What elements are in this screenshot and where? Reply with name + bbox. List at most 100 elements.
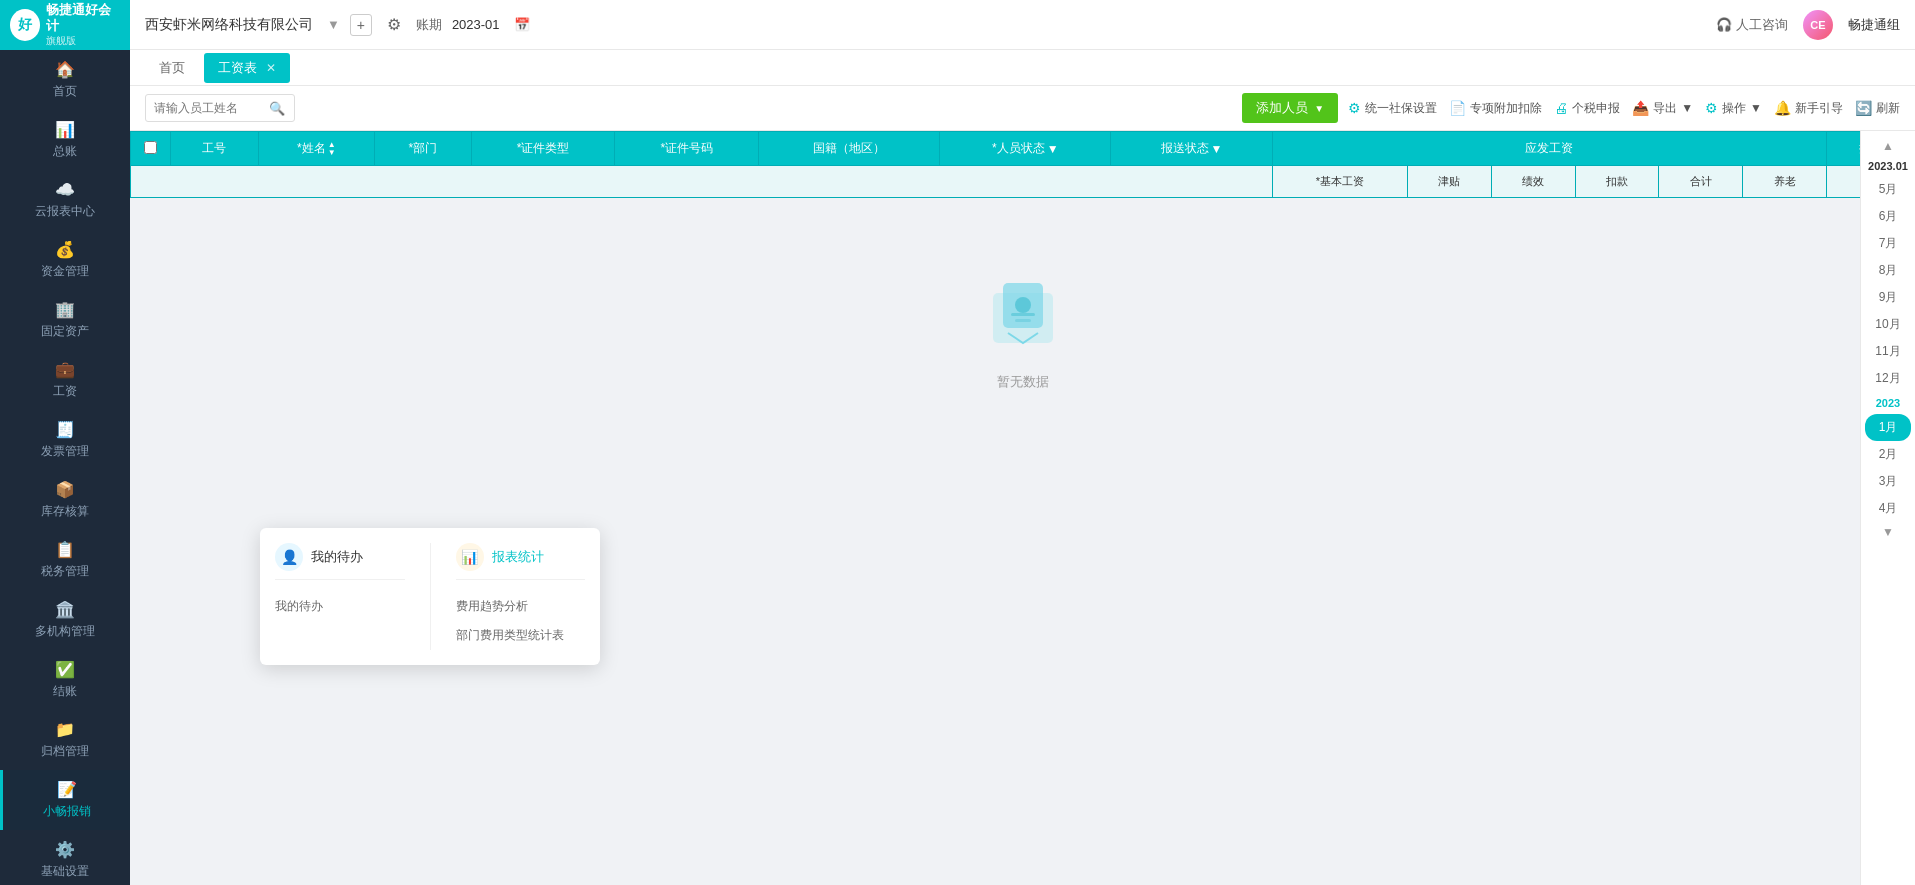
- sidebar-item-label: 归档管理: [41, 743, 89, 760]
- social-insurance-icon: ⚙: [1348, 100, 1361, 116]
- sidebar-item-fixed-assets[interactable]: 🏢 固定资产: [0, 290, 130, 350]
- tab-salary-table[interactable]: 工资表 ✕: [204, 53, 290, 83]
- month-nav-up[interactable]: ▲: [1879, 136, 1897, 156]
- sidebar-item-label: 基础设置: [41, 863, 89, 880]
- tab-salary-label: 工资表: [218, 60, 257, 75]
- th-total: 合计: [1659, 166, 1743, 198]
- sidebar-item-label: 多机构管理: [35, 623, 95, 640]
- sidebar-item-salary[interactable]: 💼 工资: [0, 350, 130, 410]
- svg-rect-4: [1015, 319, 1031, 322]
- sidebar-item-label: 云报表中心: [35, 203, 95, 220]
- social-insurance-action[interactable]: ⚙ 统一社保设置: [1348, 100, 1437, 117]
- new-guide-icon: 🔔: [1774, 100, 1791, 116]
- popup-todo-icon: 👤: [275, 543, 303, 571]
- operation-icon: ⚙: [1705, 100, 1718, 116]
- month-item-12[interactable]: 12月: [1861, 365, 1915, 392]
- toolbar-actions: ⚙ 统一社保设置 📄 专项附加扣除 🖨 个税申报 📤 导出 ▼ ⚙: [1348, 100, 1900, 117]
- sidebar-item-multi-org[interactable]: 🏛️ 多机构管理: [0, 590, 130, 650]
- empty-state: 暂无数据: [130, 198, 1915, 471]
- popup-todo-item[interactable]: 我的待办: [275, 592, 405, 621]
- popup-dept-expense-item[interactable]: 部门费用类型统计表: [456, 621, 586, 650]
- month-item-7[interactable]: 7月: [1861, 230, 1915, 257]
- month-item-11[interactable]: 11月: [1861, 338, 1915, 365]
- sidebar-item-ledger[interactable]: 📊 总账: [0, 110, 130, 170]
- period-value: 2023-01: [452, 17, 500, 32]
- refresh-action[interactable]: 🔄 刷新: [1855, 100, 1900, 117]
- th-checkbox[interactable]: [131, 132, 171, 166]
- empty-icon: [973, 278, 1073, 358]
- th-person-status[interactable]: *人员状态 ▼: [940, 132, 1111, 166]
- month-item-10[interactable]: 10月: [1861, 311, 1915, 338]
- add-person-label: 添加人员: [1256, 99, 1308, 117]
- empty-text: 暂无数据: [997, 373, 1049, 391]
- company-dropdown-arrow[interactable]: ▼: [327, 17, 340, 32]
- month-item-2[interactable]: 2月: [1861, 441, 1915, 468]
- ledger-icon: 📊: [55, 120, 75, 139]
- select-all-checkbox[interactable]: [144, 141, 157, 154]
- search-input[interactable]: [154, 101, 264, 115]
- th-pension: 养老: [1743, 166, 1827, 198]
- month-panel: ▲ 2023.01 5月 6月 7月 8月 9月 10月 11月 12月 202…: [1860, 131, 1915, 885]
- month-item-5[interactable]: 5月: [1861, 176, 1915, 203]
- tab-home[interactable]: 首页: [145, 53, 199, 83]
- multi-org-icon: 🏛️: [55, 600, 75, 619]
- month-item-3[interactable]: 3月: [1861, 468, 1915, 495]
- salary-table: 工号 *姓名 ▲▼ *部门 *证件: [130, 131, 1915, 198]
- operation-label: 操作: [1722, 100, 1746, 117]
- tax-declare-action[interactable]: 🖨 个税申报: [1554, 100, 1620, 117]
- month-item-1[interactable]: 1月: [1865, 414, 1911, 441]
- invoice-icon: 🧾: [55, 420, 75, 439]
- app-logo: 好 畅捷通好会计 旗舰版: [0, 0, 130, 50]
- refresh-label: 刷新: [1876, 100, 1900, 117]
- th-performance: 绩效: [1491, 166, 1575, 198]
- sidebar-item-home[interactable]: 🏠 首页: [0, 50, 130, 110]
- sidebar-item-invoice[interactable]: 🧾 发票管理: [0, 410, 130, 470]
- popup-report-icon: 📊: [456, 543, 484, 571]
- month-item-8[interactable]: 8月: [1861, 257, 1915, 284]
- sidebar-item-label: 发票管理: [41, 443, 89, 460]
- popup-section-todo: 👤 我的待办 我的待办: [275, 543, 405, 650]
- month-item-2023-year: 2023: [1861, 392, 1915, 414]
- th-sub-spacer: [131, 166, 1273, 198]
- service-button[interactable]: 🎧 人工咨询: [1716, 16, 1788, 34]
- new-guide-action[interactable]: 🔔 新手引导: [1774, 100, 1843, 117]
- logo-sub: 旗舰版: [46, 34, 120, 48]
- month-nav-down[interactable]: ▼: [1879, 522, 1897, 542]
- popup-expense-trend-item[interactable]: 费用趋势分析: [456, 592, 586, 621]
- th-emp-no: 工号: [171, 132, 259, 166]
- special-deduct-icon: 📄: [1449, 100, 1466, 116]
- sidebar-item-settlement[interactable]: ✅ 结账: [0, 650, 130, 710]
- popup-divider: [430, 543, 431, 650]
- month-item-4[interactable]: 4月: [1861, 495, 1915, 522]
- sidebar-item-basic[interactable]: ⚙️ 基础设置: [0, 830, 130, 885]
- sidebar-item-archive[interactable]: 📁 归档管理: [0, 710, 130, 770]
- assets-icon: 🏢: [55, 300, 75, 319]
- popup-section-report-header: 📊 报表统计: [456, 543, 586, 580]
- tax-icon: 📋: [55, 540, 75, 559]
- add-person-button[interactable]: 添加人员 ▼: [1242, 93, 1338, 123]
- sidebar-item-fund[interactable]: 💰 资金管理: [0, 230, 130, 290]
- content-area: 🔍 添加人员 ▼ ⚙ 统一社保设置 📄 专项附加扣除 🖨 个税申报: [130, 86, 1915, 885]
- search-box: 🔍: [145, 94, 295, 122]
- popup-section-report: 📊 报表统计 费用趋势分析 部门费用类型统计表: [456, 543, 586, 650]
- add-company-button[interactable]: +: [350, 14, 372, 36]
- sidebar-item-cloud-report[interactable]: ☁️ 云报表中心: [0, 170, 130, 230]
- th-report-status[interactable]: 报送状态 ▼: [1111, 132, 1273, 166]
- calendar-icon[interactable]: 📅: [514, 17, 530, 32]
- tax-declare-icon: 🖨: [1554, 100, 1568, 116]
- sidebar-item-inventory[interactable]: 📦 库存核算: [0, 470, 130, 530]
- operation-action[interactable]: ⚙ 操作 ▼: [1705, 100, 1762, 117]
- sidebar-item-xiaochang[interactable]: 📝 小畅报销: [0, 770, 130, 830]
- user-name: 畅捷通组: [1848, 16, 1900, 34]
- settings-gear-icon[interactable]: ⚙: [387, 15, 401, 34]
- tabs-bar: 首页 工资表 ✕: [130, 50, 1915, 86]
- special-deduct-action[interactable]: 📄 专项附加扣除: [1449, 100, 1542, 117]
- export-action[interactable]: 📤 导出 ▼: [1632, 100, 1693, 117]
- month-item-6[interactable]: 6月: [1861, 203, 1915, 230]
- month-item-9[interactable]: 9月: [1861, 284, 1915, 311]
- tab-close-icon[interactable]: ✕: [266, 61, 276, 75]
- main-area: 西安虾米网络科技有限公司 ▼ + ⚙ 账期 2023-01 📅 🎧 人工咨询 C…: [130, 0, 1915, 885]
- sidebar-item-tax[interactable]: 📋 税务管理: [0, 530, 130, 590]
- company-name: 西安虾米网络科技有限公司: [145, 16, 313, 34]
- th-allowance: 津贴: [1407, 166, 1491, 198]
